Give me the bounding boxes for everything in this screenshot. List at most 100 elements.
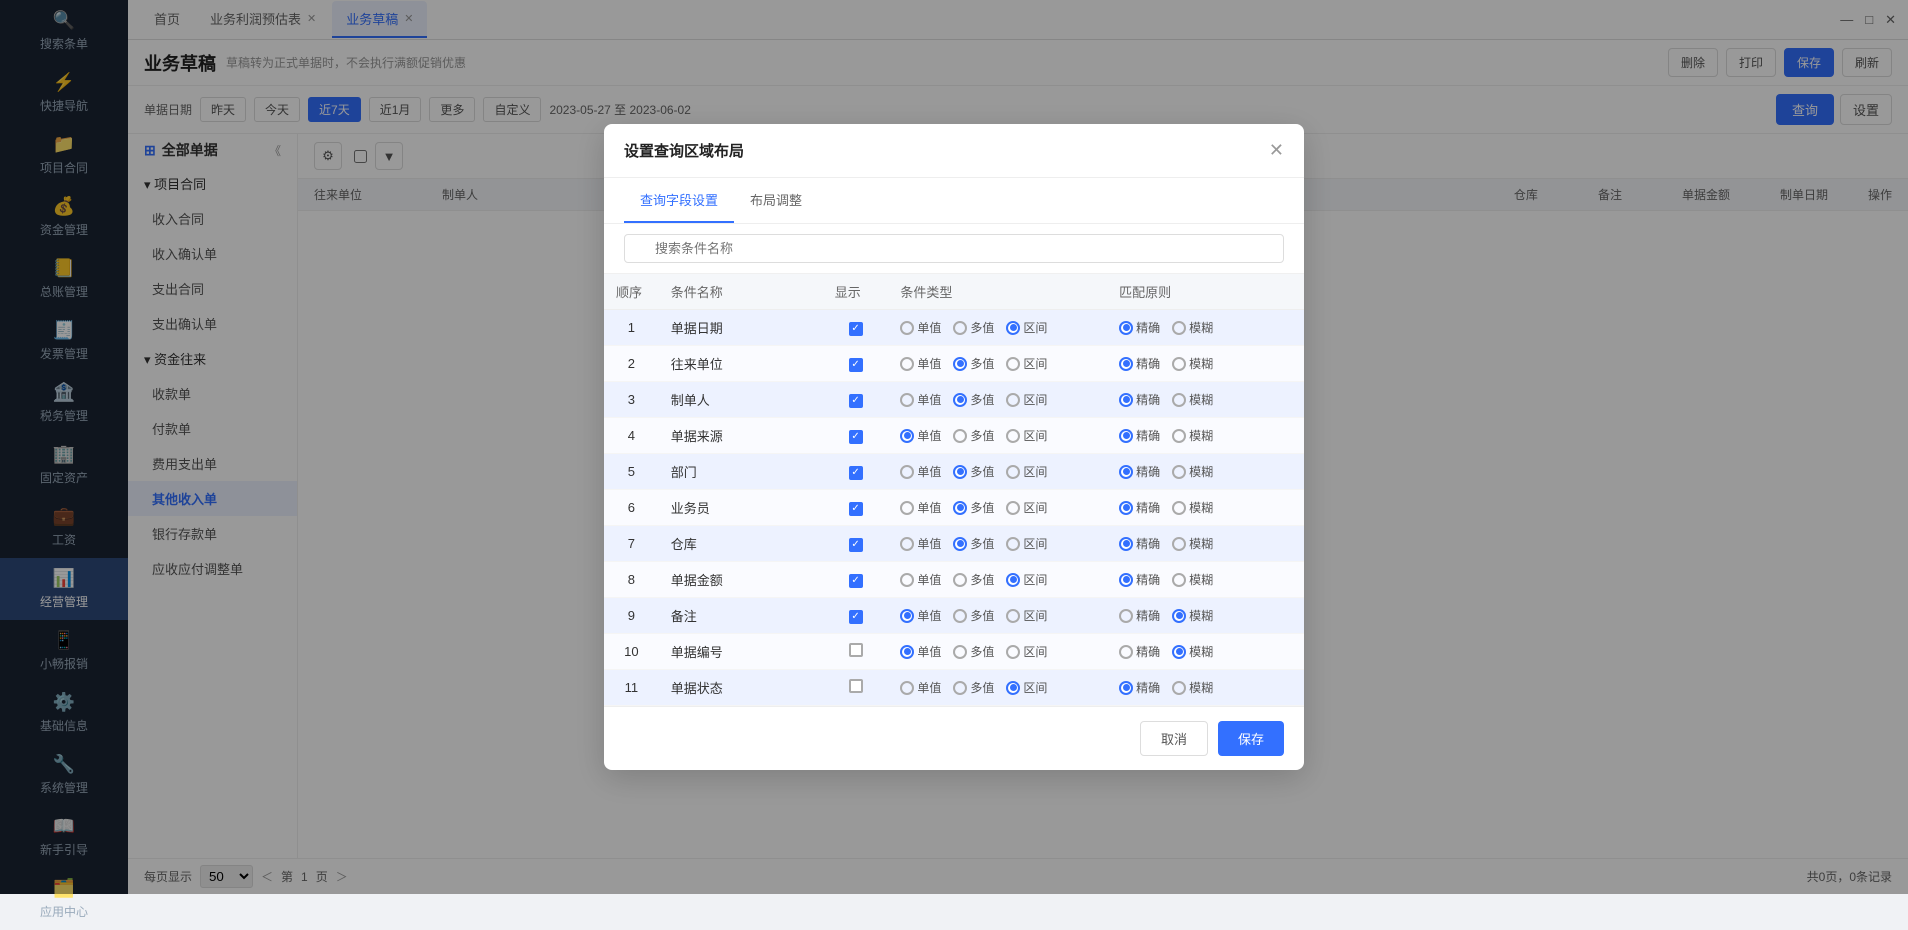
type-radio-item[interactable]: 多值 (953, 607, 994, 624)
cell-show[interactable]: ✓ (823, 562, 889, 598)
cell-match: 精确模糊 (1107, 598, 1304, 634)
match-radio-item[interactable]: 模糊 (1172, 319, 1213, 336)
match-radio-item[interactable]: 精确 (1119, 607, 1160, 624)
match-radio-item[interactable]: 精确 (1119, 499, 1160, 516)
show-checkbox[interactable]: ✓ (849, 610, 863, 624)
match-radio-item[interactable]: 模糊 (1172, 463, 1213, 480)
show-checkbox[interactable] (849, 679, 863, 693)
type-radio-item[interactable]: 区间 (1006, 607, 1047, 624)
type-radio-item[interactable]: 单值 (900, 499, 941, 516)
match-radio-item[interactable]: 模糊 (1172, 571, 1213, 588)
cell-show[interactable]: ✓ (823, 526, 889, 562)
type-radio-item[interactable]: 多值 (953, 535, 994, 552)
modal-search-input[interactable] (624, 234, 1284, 263)
match-radio-item[interactable]: 精确 (1119, 319, 1160, 336)
radio-circle (900, 393, 914, 407)
cell-show[interactable]: ✓ (823, 598, 889, 634)
type-radio-item[interactable]: 区间 (1006, 643, 1047, 660)
show-checkbox[interactable] (849, 643, 863, 657)
cell-show[interactable]: ✓ (823, 418, 889, 454)
show-checkbox[interactable]: ✓ (849, 574, 863, 588)
type-radio-item[interactable]: 多值 (953, 679, 994, 696)
match-radio-item[interactable]: 精确 (1119, 355, 1160, 372)
type-radio-item[interactable]: 多值 (953, 391, 994, 408)
type-radio-item[interactable]: 多值 (953, 319, 994, 336)
cell-name: 部门 (659, 454, 823, 490)
show-checkbox[interactable]: ✓ (849, 394, 863, 408)
type-radio-item[interactable]: 区间 (1006, 391, 1047, 408)
show-checkbox[interactable]: ✓ (849, 466, 863, 480)
type-radio-item[interactable]: 区间 (1006, 355, 1047, 372)
type-radio-item[interactable]: 单值 (900, 427, 941, 444)
type-radio-item[interactable]: 多值 (953, 355, 994, 372)
match-radio-item[interactable]: 模糊 (1172, 643, 1213, 660)
match-radio-item[interactable]: 模糊 (1172, 607, 1213, 624)
type-radio-item[interactable]: 区间 (1006, 427, 1047, 444)
show-checkbox[interactable]: ✓ (849, 502, 863, 516)
cell-show[interactable] (823, 670, 889, 706)
match-radio-item[interactable]: 精确 (1119, 391, 1160, 408)
type-radio-item[interactable]: 单值 (900, 607, 941, 624)
table-row: 8单据金额✓单值多值区间精确模糊 (604, 562, 1304, 598)
type-radio-item[interactable]: 单值 (900, 463, 941, 480)
type-radio-item[interactable]: 单值 (900, 535, 941, 552)
radio-circle (953, 429, 967, 443)
type-radio-item[interactable]: 单值 (900, 355, 941, 372)
radio-circle (953, 357, 967, 371)
match-radio-item[interactable]: 精确 (1119, 535, 1160, 552)
type-radio-item[interactable]: 单值 (900, 571, 941, 588)
type-radio-item[interactable]: 多值 (953, 463, 994, 480)
cell-name: 仓库 (659, 526, 823, 562)
cell-order: 4 (604, 418, 659, 454)
radio-circle (953, 645, 967, 659)
type-radio-item[interactable]: 多值 (953, 427, 994, 444)
match-radio-item[interactable]: 模糊 (1172, 427, 1213, 444)
cell-show[interactable]: ✓ (823, 346, 889, 382)
cell-show[interactable] (823, 634, 889, 670)
radio-circle (1172, 609, 1186, 623)
match-radio-item[interactable]: 精确 (1119, 679, 1160, 696)
radio-circle (1172, 465, 1186, 479)
modal-save-button[interactable]: 保存 (1218, 721, 1284, 756)
type-radio-item[interactable]: 多值 (953, 643, 994, 660)
radio-circle (1172, 573, 1186, 587)
cell-order: 8 (604, 562, 659, 598)
show-checkbox[interactable]: ✓ (849, 430, 863, 444)
cell-show[interactable]: ✓ (823, 382, 889, 418)
type-radio-item[interactable]: 区间 (1006, 319, 1047, 336)
show-checkbox[interactable]: ✓ (849, 358, 863, 372)
type-radio-item[interactable]: 区间 (1006, 463, 1047, 480)
match-radio-item[interactable]: 模糊 (1172, 499, 1213, 516)
match-radio-item[interactable]: 精确 (1119, 571, 1160, 588)
cancel-button[interactable]: 取消 (1140, 721, 1208, 756)
cell-show[interactable]: ✓ (823, 310, 889, 346)
radio-circle (953, 393, 967, 407)
type-radio-item[interactable]: 区间 (1006, 679, 1047, 696)
type-radio-item[interactable]: 多值 (953, 499, 994, 516)
type-radio-item[interactable]: 单值 (900, 319, 941, 336)
match-radio-item[interactable]: 模糊 (1172, 391, 1213, 408)
radio-circle (1006, 573, 1020, 587)
type-radio-item[interactable]: 区间 (1006, 499, 1047, 516)
modal-tab-layout[interactable]: 布局调整 (734, 178, 818, 223)
match-radio-item[interactable]: 精确 (1119, 427, 1160, 444)
modal-tab-fields[interactable]: 查询字段设置 (624, 178, 734, 223)
show-checkbox[interactable]: ✓ (849, 538, 863, 552)
match-radio-item[interactable]: 模糊 (1172, 355, 1213, 372)
type-radio-item[interactable]: 多值 (953, 571, 994, 588)
cell-show[interactable]: ✓ (823, 490, 889, 526)
match-radio-item[interactable]: 精确 (1119, 463, 1160, 480)
cell-show[interactable]: ✓ (823, 454, 889, 490)
modal-close-btn[interactable]: ✕ (1269, 140, 1284, 161)
type-radio-item[interactable]: 单值 (900, 679, 941, 696)
match-radio-item[interactable]: 模糊 (1172, 535, 1213, 552)
type-radio-item[interactable]: 区间 (1006, 571, 1047, 588)
type-radio-item[interactable]: 区间 (1006, 535, 1047, 552)
match-radio-item[interactable]: 精确 (1119, 643, 1160, 660)
show-checkbox[interactable]: ✓ (849, 322, 863, 336)
radio-circle (900, 537, 914, 551)
modal-overlay: 设置查询区域布局 ✕ 查询字段设置 布局调整 🔍 (0, 0, 1908, 894)
match-radio-item[interactable]: 模糊 (1172, 679, 1213, 696)
type-radio-item[interactable]: 单值 (900, 643, 941, 660)
type-radio-item[interactable]: 单值 (900, 391, 941, 408)
